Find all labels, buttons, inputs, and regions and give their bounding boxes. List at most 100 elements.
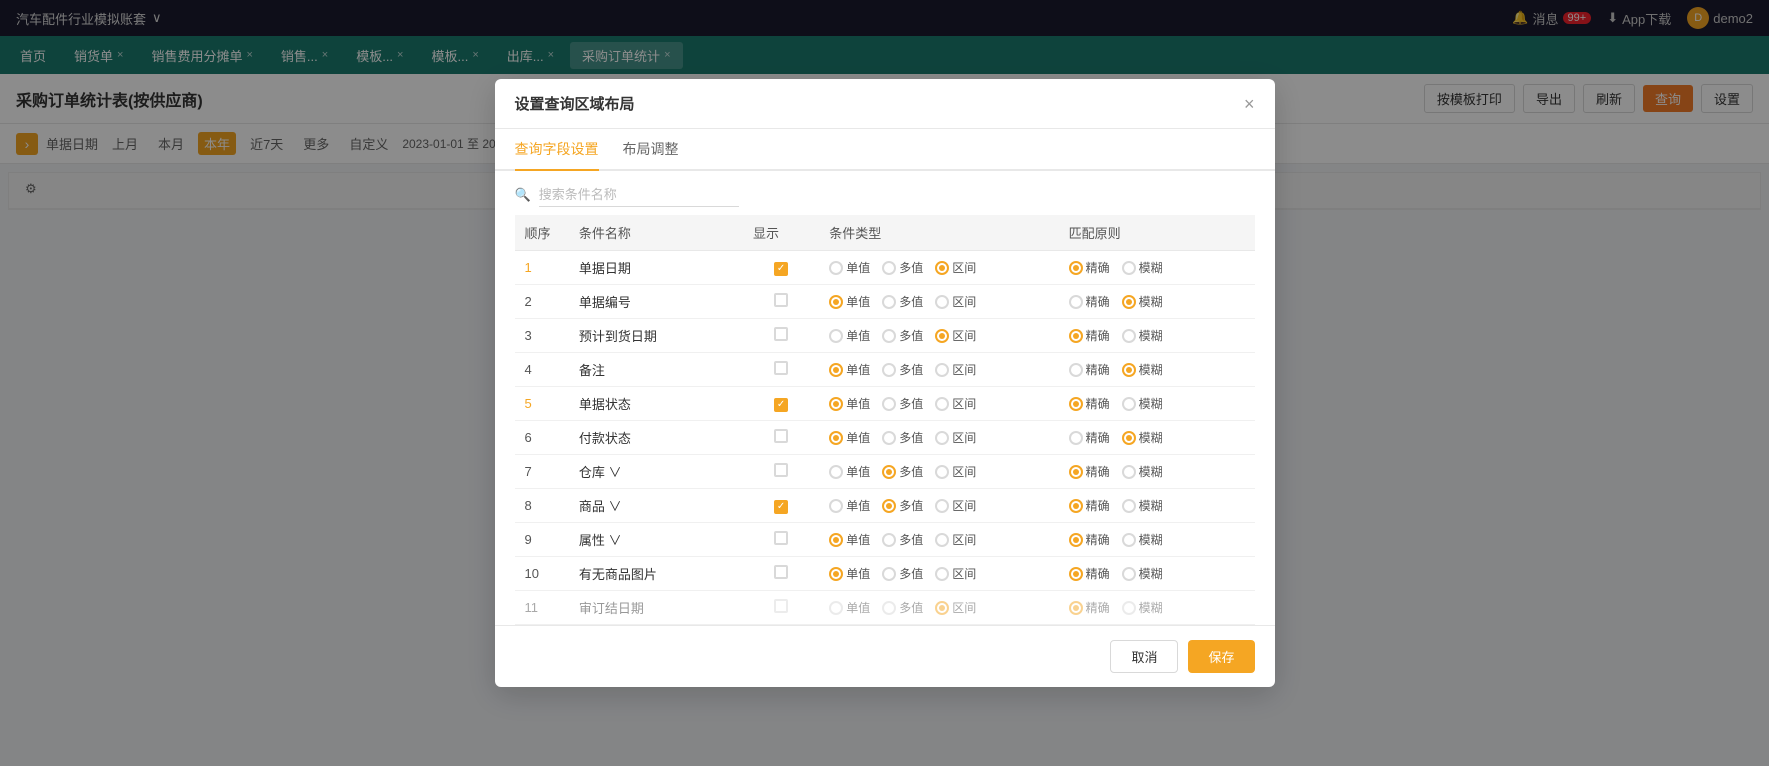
radio-item-match[interactable]: 模糊	[1122, 327, 1163, 344]
tab-layout-adjust[interactable]: 布局调整	[623, 129, 679, 171]
radio-item-type[interactable]: 区间	[935, 599, 976, 616]
radio-item-match[interactable]: 精确	[1069, 497, 1110, 514]
radio-item-type[interactable]: 多值	[882, 497, 923, 514]
radio-item-match[interactable]: 精确	[1069, 599, 1110, 616]
radio-item-type[interactable]: 区间	[935, 531, 976, 548]
cell-type: 单值多值区间	[819, 557, 1058, 591]
radio-item-type[interactable]: 多值	[882, 599, 923, 616]
radio-item-match[interactable]: 模糊	[1122, 565, 1163, 582]
radio-item-match[interactable]: 模糊	[1122, 599, 1163, 616]
radio-item-type[interactable]: 区间	[935, 361, 976, 378]
cell-show[interactable]	[743, 523, 819, 557]
cell-show[interactable]	[743, 285, 819, 319]
cell-show[interactable]: ✓	[743, 387, 819, 421]
radio-item-type[interactable]: 区间	[935, 429, 976, 446]
show-checkbox[interactable]	[774, 463, 788, 477]
radio-item-match[interactable]: 精确	[1069, 395, 1110, 412]
radio-item-match[interactable]: 模糊	[1122, 259, 1163, 276]
radio-circle	[935, 601, 949, 615]
cell-match: 精确模糊	[1059, 557, 1255, 591]
show-checkbox[interactable]: ✓	[774, 398, 788, 412]
radio-item-type[interactable]: 多值	[882, 327, 923, 344]
radio-item-match[interactable]: 精确	[1069, 463, 1110, 480]
match-radio-group: 精确模糊	[1069, 565, 1245, 582]
radio-circle	[1069, 465, 1083, 479]
radio-item-match[interactable]: 精确	[1069, 565, 1110, 582]
show-checkbox[interactable]	[774, 361, 788, 375]
modal-close-button[interactable]: ×	[1244, 95, 1255, 113]
radio-item-type[interactable]: 单值	[829, 429, 870, 446]
radio-circle	[829, 567, 843, 581]
radio-item-match[interactable]: 精确	[1069, 361, 1110, 378]
radio-circle	[1122, 397, 1136, 411]
radio-item-type[interactable]: 多值	[882, 293, 923, 310]
radio-item-type[interactable]: 单值	[829, 259, 870, 276]
radio-item-type[interactable]: 多值	[882, 531, 923, 548]
radio-circle	[1122, 261, 1136, 275]
radio-item-type[interactable]: 区间	[935, 259, 976, 276]
cell-show[interactable]	[743, 421, 819, 455]
tab-query-fields[interactable]: 查询字段设置	[515, 129, 599, 171]
radio-item-match[interactable]: 精确	[1069, 327, 1110, 344]
show-checkbox[interactable]	[774, 429, 788, 443]
radio-circle	[935, 329, 949, 343]
radio-item-match[interactable]: 模糊	[1122, 395, 1163, 412]
radio-item-type[interactable]: 单值	[829, 497, 870, 514]
search-input[interactable]	[539, 183, 739, 207]
show-checkbox[interactable]: ✓	[774, 500, 788, 514]
cell-name: 审订结日期	[569, 591, 743, 625]
radio-item-match[interactable]: 模糊	[1122, 429, 1163, 446]
show-checkbox[interactable]: ✓	[774, 262, 788, 276]
radio-item-type[interactable]: 区间	[935, 327, 976, 344]
show-checkbox[interactable]	[774, 599, 788, 613]
cell-match: 精确模糊	[1059, 285, 1255, 319]
cell-show[interactable]	[743, 455, 819, 489]
cell-name: 单据状态	[569, 387, 743, 421]
cell-match: 精确模糊	[1059, 251, 1255, 285]
radio-item-type[interactable]: 多值	[882, 259, 923, 276]
show-checkbox[interactable]	[774, 565, 788, 579]
radio-item-match[interactable]: 精确	[1069, 259, 1110, 276]
radio-item-type[interactable]: 区间	[935, 463, 976, 480]
show-checkbox[interactable]	[774, 293, 788, 307]
radio-item-type[interactable]: 单值	[829, 463, 870, 480]
radio-item-type[interactable]: 单值	[829, 361, 870, 378]
radio-item-match[interactable]: 模糊	[1122, 497, 1163, 514]
radio-item-type[interactable]: 单值	[829, 599, 870, 616]
radio-item-type[interactable]: 多值	[882, 565, 923, 582]
radio-item-type[interactable]: 区间	[935, 293, 976, 310]
radio-item-match[interactable]: 模糊	[1122, 293, 1163, 310]
radio-item-type[interactable]: 单值	[829, 531, 870, 548]
th-type: 条件类型	[819, 215, 1058, 251]
show-checkbox[interactable]	[774, 531, 788, 545]
radio-item-match[interactable]: 精确	[1069, 293, 1110, 310]
radio-item-type[interactable]: 多值	[882, 429, 923, 446]
radio-item-type[interactable]: 区间	[935, 395, 976, 412]
radio-item-type[interactable]: 多值	[882, 361, 923, 378]
cell-show[interactable]	[743, 557, 819, 591]
radio-item-type[interactable]: 单值	[829, 565, 870, 582]
cell-show[interactable]: ✓	[743, 251, 819, 285]
cell-show[interactable]	[743, 591, 819, 625]
radio-item-type[interactable]: 单值	[829, 395, 870, 412]
cell-type: 单值多值区间	[819, 387, 1058, 421]
radio-circle	[882, 431, 896, 445]
radio-item-match[interactable]: 精确	[1069, 531, 1110, 548]
save-button[interactable]: 保存	[1188, 640, 1254, 673]
cell-show[interactable]	[743, 319, 819, 353]
radio-item-type[interactable]: 区间	[935, 565, 976, 582]
cell-show[interactable]: ✓	[743, 489, 819, 523]
radio-item-type[interactable]: 单值	[829, 293, 870, 310]
radio-item-match[interactable]: 模糊	[1122, 531, 1163, 548]
radio-item-match[interactable]: 模糊	[1122, 361, 1163, 378]
radio-item-type[interactable]: 多值	[882, 395, 923, 412]
radio-item-type[interactable]: 区间	[935, 497, 976, 514]
cancel-button[interactable]: 取消	[1110, 640, 1178, 673]
radio-circle	[829, 363, 843, 377]
radio-item-type[interactable]: 单值	[829, 327, 870, 344]
cell-show[interactable]	[743, 353, 819, 387]
radio-item-match[interactable]: 模糊	[1122, 463, 1163, 480]
show-checkbox[interactable]	[774, 327, 788, 341]
radio-item-type[interactable]: 多值	[882, 463, 923, 480]
radio-item-match[interactable]: 精确	[1069, 429, 1110, 446]
